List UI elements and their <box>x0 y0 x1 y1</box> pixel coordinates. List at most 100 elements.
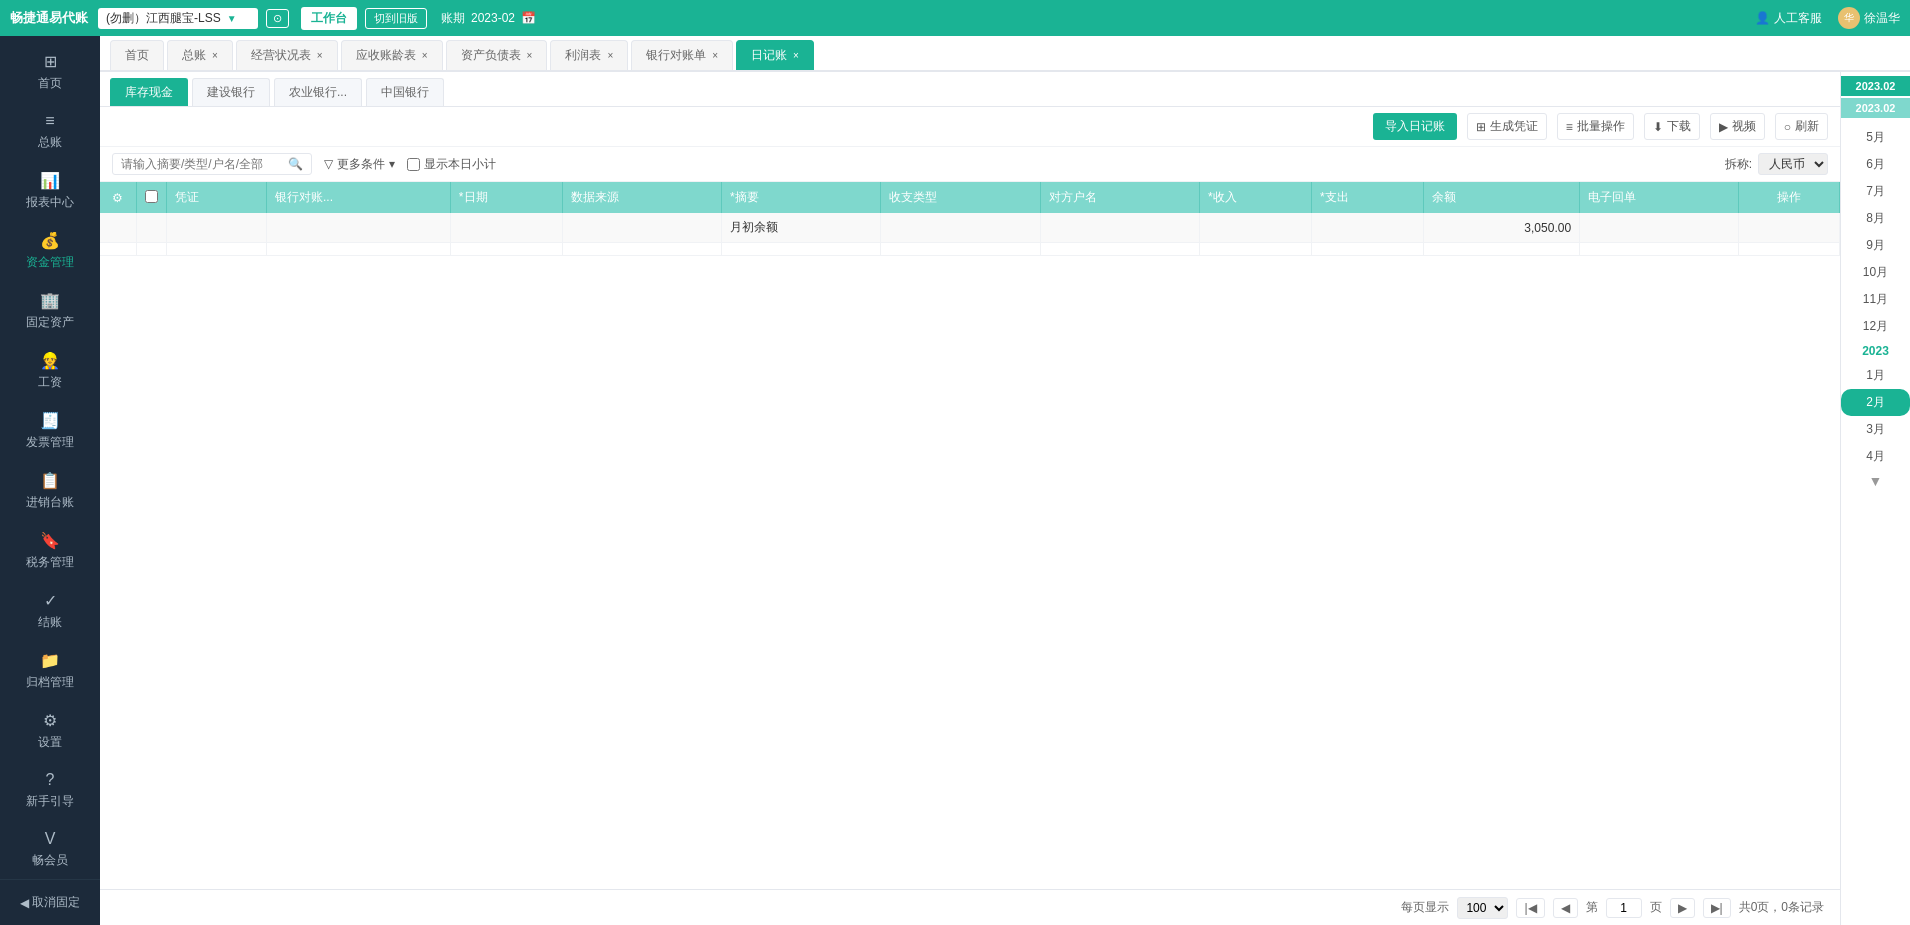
currency-select[interactable]: 人民币 <box>1758 153 1828 175</box>
cal-month-4[interactable]: 4月 <box>1841 443 1910 470</box>
page-body: 库存现金 建设银行 农业银行... 中国银行 导入日记账 <box>100 72 1910 925</box>
th-counterparty: 对方户名 <box>1040 182 1199 213</box>
user-profile[interactable]: 华 徐温华 <box>1838 7 1900 29</box>
cal-month-5[interactable]: 5月 <box>1841 124 1910 151</box>
generate-label: 生成凭证 <box>1490 118 1538 135</box>
more-filter-btn[interactable]: ▽ 更多条件 ▾ <box>324 156 395 173</box>
company-selector[interactable]: (勿删）江西腿宝-LSS ▼ <box>98 8 258 29</box>
bank-tab-zhongguo[interactable]: 中国银行 <box>366 78 444 106</box>
video-button[interactable]: ▶ 视频 <box>1710 113 1765 140</box>
show-daily-subtotal[interactable]: 显示本日小计 <box>407 156 496 173</box>
tab-journal-close[interactable]: × <box>793 51 799 61</box>
first-page-btn[interactable]: |◀ <box>1516 898 1544 918</box>
tab-ledger-close[interactable]: × <box>212 51 218 61</box>
bank-tab-nongye[interactable]: 农业银行... <box>274 78 362 106</box>
member-icon: V <box>45 830 56 848</box>
td-summary-2 <box>722 243 881 256</box>
bank-tab-cash[interactable]: 库存现金 <box>110 78 188 106</box>
td-action-2 <box>1739 243 1840 256</box>
tab-ledger[interactable]: 总账 × <box>167 40 233 70</box>
search-icon[interactable]: 🔍 <box>288 157 303 171</box>
cal-month-9[interactable]: 9月 <box>1841 232 1910 259</box>
tab-assets-table[interactable]: 资产负债表 × <box>446 40 548 70</box>
sidebar-item-tax[interactable]: 🔖 税务管理 <box>0 521 100 581</box>
th-check[interactable] <box>136 182 166 213</box>
filter-icon: ▽ <box>324 157 333 171</box>
cal-month-8[interactable]: 8月 <box>1841 205 1910 232</box>
sidebar-item-home[interactable]: ⊞ 首页 <box>0 42 100 102</box>
select-all-checkbox[interactable] <box>145 190 158 203</box>
batch-operation-button[interactable]: ≡ 批量操作 <box>1557 113 1634 140</box>
tab-receivable[interactable]: 应收账龄表 × <box>341 40 443 70</box>
page-number-input[interactable] <box>1606 898 1642 918</box>
page-size-select[interactable]: 100 <box>1457 897 1508 919</box>
tab-assets-label: 资产负债表 <box>461 47 521 64</box>
tab-profit-close[interactable]: × <box>607 51 613 61</box>
tab-bank-close[interactable]: × <box>712 51 718 61</box>
td-voucher-2 <box>166 243 266 256</box>
show-daily-checkbox[interactable] <box>407 158 420 171</box>
sidebar-item-assets[interactable]: 🏢 固定资产 <box>0 281 100 341</box>
sidebar-item-purchase[interactable]: 📋 进销台账 <box>0 461 100 521</box>
bank-tab-jianshe[interactable]: 建设银行 <box>192 78 270 106</box>
prev-page-btn[interactable]: ◀ <box>1553 898 1578 918</box>
import-journal-button[interactable]: 导入日记账 <box>1373 113 1457 140</box>
tab-profit[interactable]: 利润表 × <box>550 40 628 70</box>
td-counterparty <box>1040 213 1199 243</box>
cal-month-7[interactable]: 7月 <box>1841 178 1910 205</box>
cal-month-12[interactable]: 12月 <box>1841 313 1910 340</box>
sidebar-item-invoice[interactable]: 🧾 发票管理 <box>0 401 100 461</box>
th-ebill: 电子回单 <box>1580 182 1739 213</box>
workbench-button[interactable]: 工作台 <box>301 7 357 30</box>
sidebar-item-wages[interactable]: 👷 工资 <box>0 341 100 401</box>
customer-service[interactable]: 👤 人工客服 <box>1755 10 1822 27</box>
app-logo: 畅捷通易代账 <box>10 9 88 27</box>
th-settings[interactable]: ⚙ <box>100 182 136 213</box>
sidebar-label-wages: 工资 <box>38 374 62 391</box>
sidebar-collapse-btn[interactable]: ◀ 取消固定 <box>0 888 100 917</box>
td-counterparty-2 <box>1040 243 1199 256</box>
tab-receivable-close[interactable]: × <box>422 51 428 61</box>
td-pay-type-2 <box>881 243 1040 256</box>
copy-button[interactable]: ⊙ <box>266 9 289 28</box>
sidebar-item-guide[interactable]: ? 新手引导 <box>0 761 100 820</box>
refresh-button[interactable]: ○ 刷新 <box>1775 113 1828 140</box>
journal-table: ⚙ 凭证 银行对账... *日期 数据来源 *摘要 收支类型 对方户名 *收入 <box>100 182 1840 256</box>
sidebar-item-capital[interactable]: 💰 资金管理 <box>0 221 100 281</box>
next-page-btn[interactable]: ▶ <box>1670 898 1695 918</box>
search-box[interactable]: 🔍 <box>112 153 312 175</box>
sidebar-item-archive[interactable]: 📁 归档管理 <box>0 641 100 701</box>
purchase-icon: 📋 <box>40 471 60 490</box>
sidebar-item-reports[interactable]: 📊 报表中心 <box>0 161 100 221</box>
pagination-bar: 每页显示 100 |◀ ◀ 第 页 ▶ ▶| 共0页，0条记录 <box>100 889 1840 925</box>
period-edit-icon[interactable]: 📅 <box>521 11 536 25</box>
cal-month-1[interactable]: 1月 <box>1841 362 1910 389</box>
cal-month-11[interactable]: 11月 <box>1841 286 1910 313</box>
sidebar-item-settings[interactable]: ⚙ 设置 <box>0 701 100 761</box>
cal-scroll-down-btn[interactable]: ▼ <box>1869 470 1883 492</box>
calendar-panel: × 2023.02 2023.02 5月 6月 7月 8月 9月 10月 11月… <box>1840 72 1910 925</box>
sidebar-item-member[interactable]: V 畅会员 <box>0 820 100 879</box>
old-version-button[interactable]: 切到旧版 <box>365 8 427 29</box>
tab-receivable-label: 应收账龄表 <box>356 47 416 64</box>
currency-label: 拆称: <box>1725 156 1752 173</box>
download-button[interactable]: ⬇ 下载 <box>1644 113 1700 140</box>
sidebar-item-checkout[interactable]: ✓ 结账 <box>0 581 100 641</box>
cal-month-6[interactable]: 6月 <box>1841 151 1910 178</box>
tab-bank[interactable]: 银行对账单 × <box>631 40 733 70</box>
sidebar-item-ledger[interactable]: ≡ 总账 <box>0 102 100 161</box>
cal-month-3[interactable]: 3月 <box>1841 416 1910 443</box>
cal-year-header-2023-02-2: 2023.02 <box>1841 98 1910 118</box>
search-input[interactable] <box>121 157 284 171</box>
tab-assets-close[interactable]: × <box>527 51 533 61</box>
cal-month-10[interactable]: 10月 <box>1841 259 1910 286</box>
tab-business[interactable]: 经营状况表 × <box>236 40 338 70</box>
last-page-btn[interactable]: ▶| <box>1703 898 1731 918</box>
generate-voucher-button[interactable]: ⊞ 生成凭证 <box>1467 113 1547 140</box>
tab-home-label: 首页 <box>125 47 149 64</box>
table-row: 月初余额 3,050.00 <box>100 213 1840 243</box>
tab-business-close[interactable]: × <box>317 51 323 61</box>
tab-home[interactable]: 首页 <box>110 40 164 70</box>
tab-journal[interactable]: 日记账 × <box>736 40 814 70</box>
cal-month-2[interactable]: 2月 <box>1841 389 1910 416</box>
